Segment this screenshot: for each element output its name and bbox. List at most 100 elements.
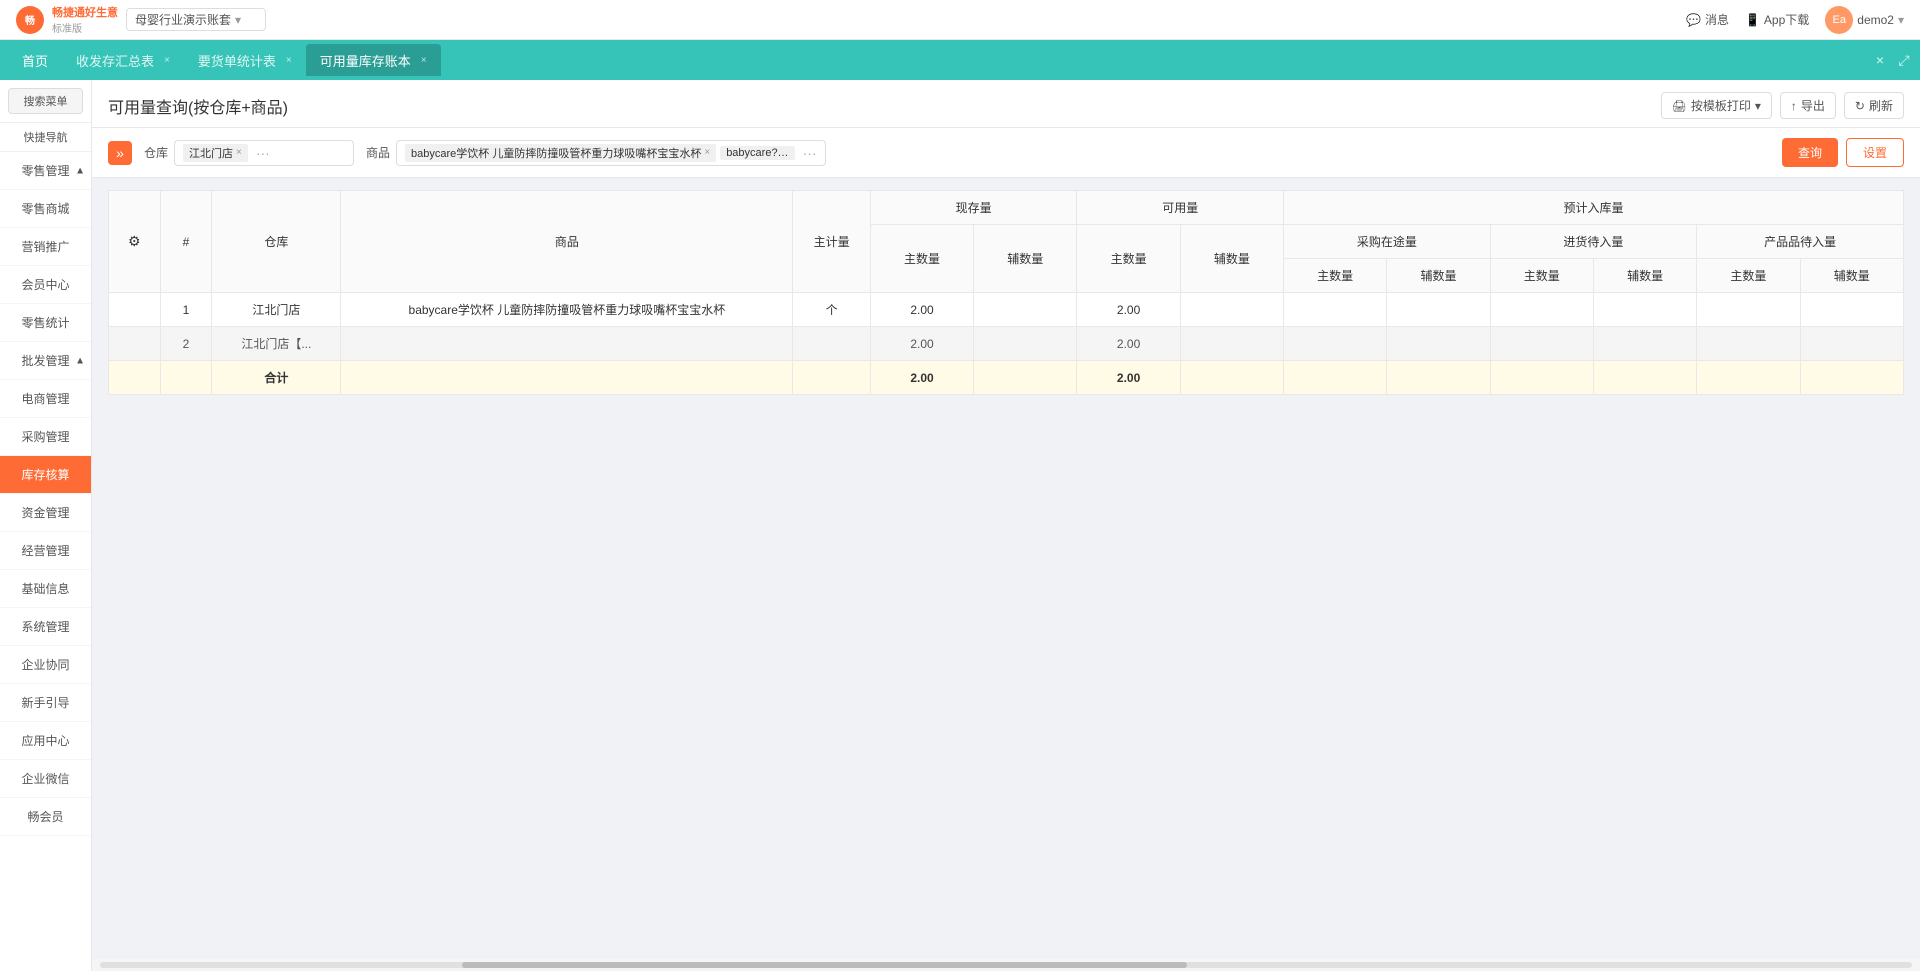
filter-expand-btn[interactable]: » bbox=[108, 141, 132, 165]
cell-settings-2 bbox=[109, 327, 161, 361]
sidebar-item-basic-info[interactable]: 基础信息 bbox=[0, 570, 91, 608]
warehouse-tag: 江北门店 × bbox=[183, 144, 248, 162]
tab-close-order-stats[interactable]: × bbox=[286, 55, 292, 66]
sidebar: 搜索菜单 快捷导航 零售管理 ▲ 零售商城 营销推广 会员中心 零售统计 批发管… bbox=[0, 80, 92, 971]
th-avail-aux: 辅数量 bbox=[1180, 225, 1283, 293]
download-icon: 📱 bbox=[1745, 13, 1760, 27]
settings-btn[interactable]: 设置 bbox=[1846, 138, 1904, 167]
cell-stock-aux bbox=[974, 293, 1077, 327]
cell-avail-main-2: 2.00 bbox=[1077, 327, 1180, 361]
product-tag-2: babycare?… bbox=[720, 146, 794, 160]
th-warehouse: 仓库 bbox=[212, 191, 341, 293]
cell-stock-aux-2 bbox=[974, 327, 1077, 361]
nav-tabs: 首页 收发存汇总表 × 要货单统计表 × 可用量库存账本 × × ⤢ bbox=[0, 40, 1920, 80]
cell-prod-aux bbox=[1800, 293, 1903, 327]
sidebar-item-enterprise-wechat[interactable]: 企业微信 bbox=[0, 760, 91, 798]
data-table: ⚙ # 仓库 商品 主计量 现存量 可用量 预计入库量 主数量 辅数量 主数量 … bbox=[108, 190, 1904, 395]
sidebar-item-marketing[interactable]: 营销推广 bbox=[0, 228, 91, 266]
sidebar-item-purchase-mgmt[interactable]: 采购管理 bbox=[0, 418, 91, 456]
sidebar-item-app-center[interactable]: 应用中心 bbox=[0, 722, 91, 760]
sidebar-item-wholesale-mgmt[interactable]: 批发管理 ▲ bbox=[0, 342, 91, 380]
cell-stock-main: 2.00 bbox=[870, 293, 973, 327]
top-bar-left: 畅 畅捷通好生意 标准版 母婴行业演示账套 ▾ bbox=[16, 4, 266, 35]
print-template-btn[interactable]: 🖨 按模板打印 ▾ bbox=[1661, 92, 1772, 119]
cell-purchase-aux-2 bbox=[1387, 327, 1490, 361]
sidebar-item-retail-mgmt[interactable]: 零售管理 ▲ bbox=[0, 152, 91, 190]
maximize-window-btn[interactable]: ⤢ bbox=[1896, 52, 1912, 68]
warehouse-tag-container[interactable]: 江北门店 × ··· bbox=[174, 140, 354, 166]
th-inbound-main: 主数量 bbox=[1490, 259, 1593, 293]
th-purchase-main: 主数量 bbox=[1284, 259, 1387, 293]
cell-avail-main: 2.00 bbox=[1077, 293, 1180, 327]
product-label: 商品 bbox=[366, 144, 390, 161]
cell-inbound-main bbox=[1490, 293, 1593, 327]
close-window-btn[interactable]: × bbox=[1872, 52, 1888, 68]
cell-inbound-aux bbox=[1593, 293, 1696, 327]
quick-nav-btn[interactable]: 快捷导航 bbox=[0, 123, 91, 152]
avatar: Ea bbox=[1825, 6, 1853, 34]
footer-stock-main: 2.00 bbox=[870, 361, 973, 395]
cell-prod-main-2 bbox=[1697, 327, 1800, 361]
industry-selector[interactable]: 母婴行业演示账套 ▾ bbox=[126, 8, 266, 31]
sidebar-item-vip-member[interactable]: 畅会员 bbox=[0, 798, 91, 836]
filter-actions: 查询 设置 bbox=[1782, 138, 1904, 167]
cell-settings bbox=[109, 293, 161, 327]
cell-prod-aux-2 bbox=[1800, 327, 1903, 361]
search-menu-btn[interactable]: 搜索菜单 bbox=[8, 88, 83, 114]
cell-warehouse-2: 江北门店【... bbox=[212, 327, 341, 361]
top-bar: 畅 畅捷通好生意 标准版 母婴行业演示账套 ▾ 💬 消息 📱 App下载 Ea … bbox=[0, 0, 1920, 40]
th-settings[interactable]: ⚙ bbox=[109, 191, 161, 293]
th-product: 商品 bbox=[341, 191, 793, 293]
tab-close-receivable[interactable]: × bbox=[164, 55, 170, 66]
sidebar-item-operations-mgmt[interactable]: 经营管理 bbox=[0, 532, 91, 570]
th-num: # bbox=[160, 191, 212, 293]
product-tag-1-close[interactable]: × bbox=[704, 147, 710, 158]
tab-home[interactable]: 首页 bbox=[8, 44, 62, 76]
filter-more-dots: ··· bbox=[256, 145, 270, 161]
refresh-icon: ↻ bbox=[1855, 99, 1865, 113]
scrollbar-thumb[interactable] bbox=[462, 962, 1187, 968]
sidebar-item-retail-stats[interactable]: 零售统计 bbox=[0, 304, 91, 342]
sidebar-item-enterprise-collab[interactable]: 企业协同 bbox=[0, 646, 91, 684]
th-stock-main: 主数量 bbox=[870, 225, 973, 293]
sidebar-item-member-center[interactable]: 会员中心 bbox=[0, 266, 91, 304]
message-btn[interactable]: 💬 消息 bbox=[1686, 11, 1729, 28]
message-icon: 💬 bbox=[1686, 13, 1701, 27]
refresh-btn[interactable]: ↻ 刷新 bbox=[1844, 92, 1904, 119]
warehouse-tag-close[interactable]: × bbox=[236, 147, 242, 158]
sidebar-search-area: 搜索菜单 bbox=[0, 80, 91, 123]
page-header: 可用量查询(按仓库+商品) 🖨 按模板打印 ▾ ↑ 导出 ↻ 刷新 bbox=[92, 80, 1920, 128]
tab-receivable[interactable]: 收发存汇总表 × bbox=[62, 44, 184, 76]
filter-bar: » 仓库 江北门店 × ··· 商品 babycare学饮杯 儿童防摔防撞吸管杯… bbox=[92, 128, 1920, 178]
brand-text: 畅捷通好生意 标准版 bbox=[52, 4, 118, 35]
table-row: 1 江北门店 babycare学饮杯 儿童防摔防撞吸管杯重力球吸嘴杯宝宝水杯 个… bbox=[109, 293, 1904, 327]
cell-num-2: 2 bbox=[160, 327, 212, 361]
sidebar-item-ecommerce-mgmt[interactable]: 电商管理 bbox=[0, 380, 91, 418]
cell-purchase-main bbox=[1284, 293, 1387, 327]
footer-label: 合计 bbox=[212, 361, 341, 395]
tab-close-available-stock[interactable]: × bbox=[421, 55, 427, 66]
main-layout: 搜索菜单 快捷导航 零售管理 ▲ 零售商城 营销推广 会员中心 零售统计 批发管… bbox=[0, 80, 1920, 971]
th-prod-main: 主数量 bbox=[1697, 259, 1800, 293]
cell-avail-aux bbox=[1180, 293, 1283, 327]
user-menu[interactable]: Ea demo2 ▾ bbox=[1825, 6, 1904, 34]
export-icon: ↑ bbox=[1791, 99, 1797, 113]
horizontal-scrollbar[interactable] bbox=[100, 962, 1912, 968]
sidebar-item-finance-mgmt[interactable]: 资金管理 bbox=[0, 494, 91, 532]
cell-unit: 个 bbox=[793, 293, 870, 327]
sidebar-item-retail-mall[interactable]: 零售商城 bbox=[0, 190, 91, 228]
product-tag-1: babycare学饮杯 儿童防摔防撞吸管杯重力球吸嘴杯宝宝水杯 × bbox=[405, 144, 716, 162]
logo-icon: 畅 bbox=[16, 6, 44, 34]
export-btn[interactable]: ↑ 导出 bbox=[1780, 92, 1836, 119]
sidebar-item-new-user-guide[interactable]: 新手引导 bbox=[0, 684, 91, 722]
th-unit: 主计量 bbox=[793, 191, 870, 293]
tab-order-stats[interactable]: 要货单统计表 × bbox=[184, 44, 306, 76]
footer-row: 合计 2.00 2.00 bbox=[109, 361, 1904, 395]
sidebar-item-inventory-check[interactable]: 库存核算 bbox=[0, 456, 91, 494]
query-btn[interactable]: 查询 bbox=[1782, 138, 1838, 167]
tab-available-stock[interactable]: 可用量库存账本 × bbox=[306, 44, 441, 76]
sidebar-item-system-mgmt[interactable]: 系统管理 bbox=[0, 608, 91, 646]
product-tag-container[interactable]: babycare学饮杯 儿童防摔防撞吸管杯重力球吸嘴杯宝宝水杯 × babyca… bbox=[396, 140, 826, 166]
app-download-btn[interactable]: 📱 App下载 bbox=[1745, 11, 1809, 28]
product-filter-group: 商品 babycare学饮杯 儿童防摔防撞吸管杯重力球吸嘴杯宝宝水杯 × bab… bbox=[366, 140, 826, 166]
